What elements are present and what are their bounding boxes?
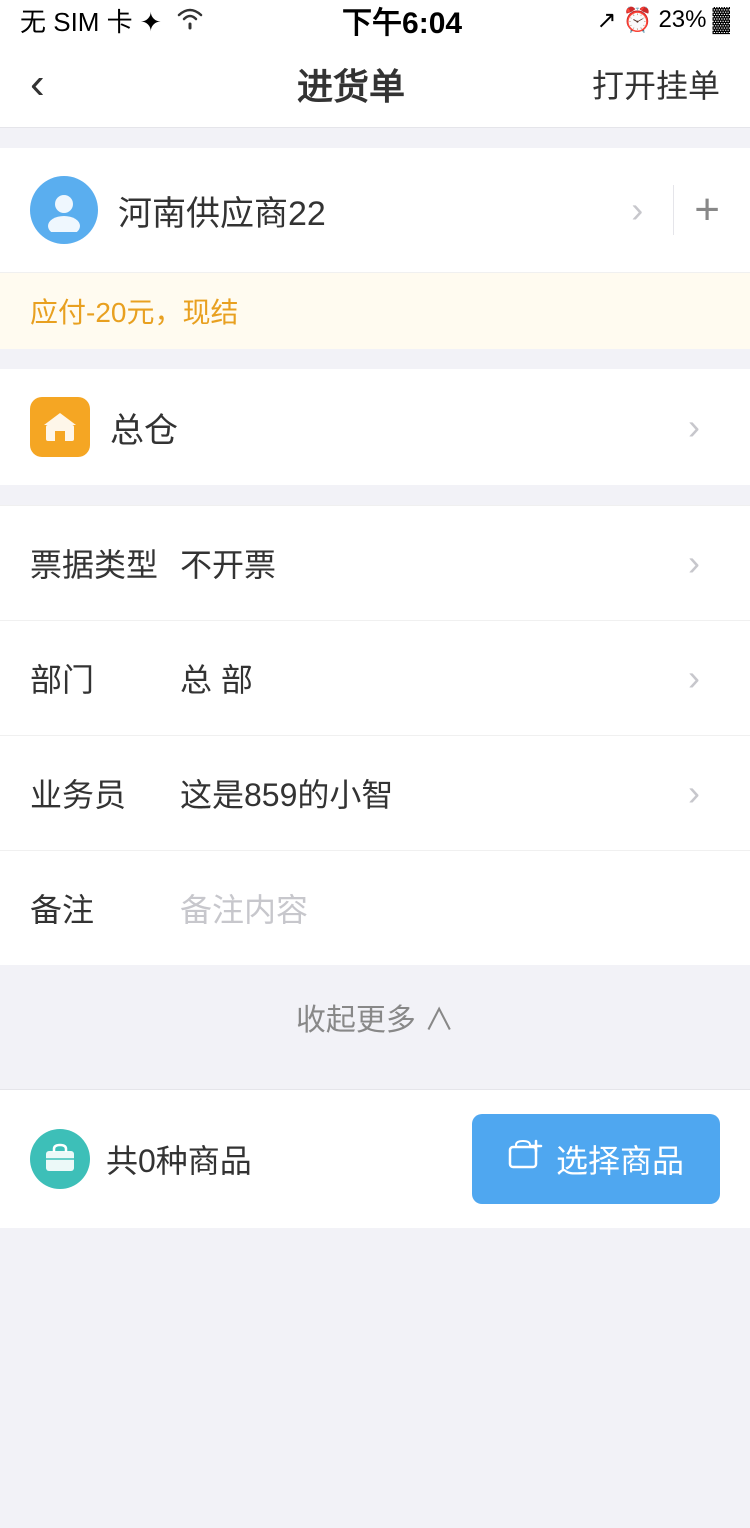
wifi-icon <box>172 4 208 37</box>
supplier-row[interactable]: 河南供应商22 › + <box>0 148 750 273</box>
collapse-row[interactable]: 收起更多 ∧ <box>0 965 750 1069</box>
department-label: 部门 <box>30 655 170 701</box>
mid-divider2 <box>0 485 750 505</box>
open-pending-button[interactable]: 打开挂单 <box>592 61 720 107</box>
supplier-section: 河南供应商22 › + 应付-20元，现结 <box>0 148 750 349</box>
chevron-right-icon: › <box>631 189 643 231</box>
remark-input[interactable]: 备注内容 <box>170 885 720 931</box>
product-icon <box>30 1129 90 1189</box>
page-title: 进货单 <box>297 58 405 110</box>
salesman-value: 这是859的小智 <box>170 770 688 816</box>
remark-label: 备注 <box>30 885 170 931</box>
supplier-notice: 应付-20元，现结 <box>0 273 750 349</box>
status-time: 下午6:04 <box>342 0 462 42</box>
select-product-button[interactable]: 选择商品 <box>472 1114 720 1204</box>
product-count-text: 共0种商品 <box>106 1136 252 1182</box>
alarm-icon: ⏰ <box>623 6 653 35</box>
battery-text: 23% <box>658 6 706 34</box>
status-right: ↗ ⏰ 23% ▓ <box>596 6 730 35</box>
warehouse-icon <box>30 397 90 457</box>
supplier-name: 河南供应商22 <box>118 186 631 235</box>
salesman-label: 业务员 <box>30 770 170 816</box>
warehouse-chevron-icon: › <box>688 406 700 448</box>
back-button[interactable]: ‹ <box>30 59 110 109</box>
bottom-bar: 共0种商品 选择商品 <box>0 1089 750 1228</box>
product-count-wrap: 共0种商品 <box>30 1129 252 1189</box>
collapse-label: 收起更多 ∧ <box>296 995 454 1039</box>
salesman-chevron-icon: › <box>688 772 700 814</box>
department-row[interactable]: 部门 总 部 › <box>0 620 750 735</box>
status-left: 无 SIM 卡 ✦ <box>20 2 208 39</box>
remark-row[interactable]: 备注 备注内容 <box>0 850 750 965</box>
nav-bar: ‹ 进货单 打开挂单 <box>0 40 750 128</box>
salesman-row[interactable]: 业务员 这是859的小智 › <box>0 735 750 850</box>
sim-status: 无 SIM 卡 ✦ <box>20 2 162 39</box>
add-supplier-button[interactable]: + <box>673 185 720 235</box>
warehouse-row[interactable]: 总仓 › <box>0 369 750 485</box>
warehouse-section: 总仓 › <box>0 369 750 485</box>
warehouse-name: 总仓 <box>110 403 688 452</box>
location-icon: ↗ <box>596 6 616 35</box>
invoice-chevron-icon: › <box>688 542 700 584</box>
battery-icon: ▓ <box>713 6 731 34</box>
department-value: 总 部 <box>170 655 688 701</box>
bottom-divider <box>0 1069 750 1089</box>
page-bg <box>0 1228 750 1528</box>
cart-icon <box>508 1137 544 1181</box>
top-divider <box>0 128 750 148</box>
form-section: 票据类型 不开票 › 部门 总 部 › 业务员 这是859的小智 › 备注 备注… <box>0 505 750 965</box>
select-product-label: 选择商品 <box>556 1136 684 1182</box>
invoice-type-label: 票据类型 <box>30 540 170 586</box>
invoice-type-value: 不开票 <box>170 540 688 586</box>
invoice-type-row[interactable]: 票据类型 不开票 › <box>0 505 750 620</box>
status-bar: 无 SIM 卡 ✦ 下午6:04 ↗ ⏰ 23% ▓ <box>0 0 750 40</box>
mid-divider1 <box>0 349 750 369</box>
department-chevron-icon: › <box>688 657 700 699</box>
supplier-avatar <box>30 176 98 244</box>
